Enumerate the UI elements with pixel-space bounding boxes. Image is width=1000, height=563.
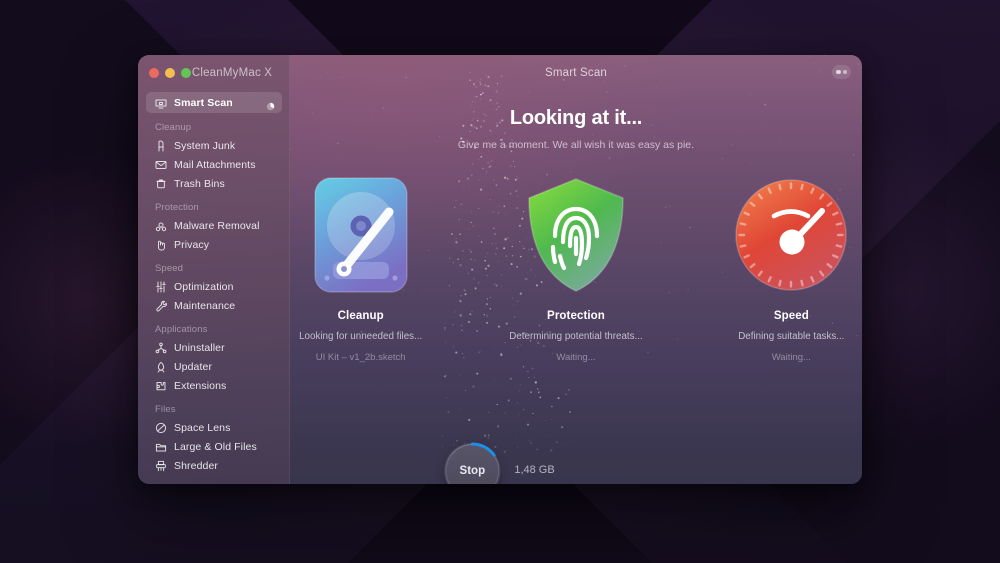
sidebar-item-label: Smart Scan [174,97,233,109]
traffic-lights[interactable] [149,68,191,78]
card-title: Speed [721,310,862,322]
mail-icon [153,158,169,172]
sidebar-item-label: Mail Attachments [174,159,256,171]
sidebar-item-extensions[interactable]: Extensions [146,376,282,395]
card-detail: Waiting... [505,352,646,363]
main-topbar: Smart Scan [290,55,862,91]
main-content: Smart Scan Looking at it... Give me a mo… [290,55,862,484]
dot-icon [836,70,841,75]
sidebar-item-shredder[interactable]: Shredder [146,456,282,475]
scan-card-protection[interactable]: Protection Determining potential threats… [505,175,646,363]
puzzle-icon [153,379,169,393]
biohazard-icon [153,219,169,233]
sidebar-item-privacy[interactable]: Privacy [146,235,282,254]
desktop-background: CleanMyMac X Smart ScanCleanupSystem Jun… [0,0,1000,563]
wrench-icon [153,299,169,313]
sidebar-group-label: Speed [146,254,282,277]
headline-block: Looking at it... Give me a moment. We al… [290,107,862,151]
sidebar-group-label: Files [146,395,282,418]
scan-card-cleanup[interactable]: Cleanup Looking for unneeded files... UI… [290,175,431,363]
rocket-icon [153,360,169,374]
sidebar: CleanMyMac X Smart ScanCleanupSystem Jun… [138,55,290,484]
stop-button[interactable]: Stop [445,444,499,484]
scan-card-speed[interactable]: Speed Defining suitable tasks... Waiting… [721,175,862,363]
sidebar-group-label: Protection [146,193,282,216]
lens-icon [153,421,169,435]
scan-progress-ring [442,441,502,484]
page-subtitle: Give me a moment. We all wish it was eas… [290,139,862,151]
dot-icon [843,70,847,74]
hard-drive-icon [290,175,431,295]
sidebar-item-label: Extensions [174,380,226,392]
sidebar-item-label: System Junk [174,140,235,152]
sidebar-item-smart-scan[interactable]: Smart Scan [146,92,282,113]
card-detail: UI Kit – v1_2b.sketch [290,352,431,363]
sidebar-group-label: Cleanup [146,113,282,136]
sidebar-item-label: Malware Removal [174,220,260,232]
sidebar-item-optimization[interactable]: Optimization [146,277,282,296]
sliders-icon [153,280,169,294]
sidebar-item-system-junk[interactable]: System Junk [146,136,282,155]
shredder-icon [153,459,169,473]
scanned-size: 1,48 GB [514,464,554,476]
footer-bar [290,418,862,484]
folder-icon [153,440,169,454]
hand-icon [153,238,169,252]
sidebar-item-uninstaller[interactable]: Uninstaller [146,338,282,357]
sidebar-item-label: Privacy [174,239,209,251]
scan-cards: Cleanup Looking for unneeded files... UI… [290,175,862,363]
speedometer-icon [721,175,862,295]
stop-button-label: Stop [460,465,486,477]
trash-icon [153,177,169,191]
sidebar-item-space-lens[interactable]: Space Lens [146,418,282,437]
card-title: Cleanup [290,310,431,322]
app-window: CleanMyMac X Smart ScanCleanupSystem Jun… [138,55,862,484]
sidebar-item-label: Updater [174,361,212,373]
zoom-button[interactable] [181,68,191,78]
network-icon [153,341,169,355]
progress-pie-icon [266,98,275,107]
card-title: Protection [505,310,646,322]
scan-controls: Stop 1,48 GB [445,444,554,484]
sidebar-item-label: Large & Old Files [174,441,257,453]
sidebar-item-label: Trash Bins [174,178,225,190]
broom-icon [153,139,169,153]
sidebar-item-label: Shredder [174,460,218,472]
card-status: Determining potential threats... [505,331,646,342]
shield-fingerprint-icon [505,175,646,295]
sidebar-item-label: Optimization [174,281,234,293]
smart-scan-icon [153,96,169,110]
sidebar-item-label: Uninstaller [174,342,225,354]
card-status: Defining suitable tasks... [721,331,862,342]
card-status: Looking for unneeded files... [290,331,431,342]
sidebar-item-label: Space Lens [174,422,230,434]
sidebar-nav: Smart Scan Cleanup System Junk Mail Attachm… [138,92,290,475]
topbar-title: Smart Scan [545,67,607,79]
sidebar-item-updater[interactable]: Updater [146,357,282,376]
sidebar-item-malware-removal[interactable]: Malware Removal [146,216,282,235]
more-options-button[interactable] [832,65,851,79]
card-detail: Waiting... [721,352,862,363]
sidebar-item-trash-bins[interactable]: Trash Bins [146,174,282,193]
sidebar-group-label: Applications [146,315,282,338]
sidebar-item-large-old-files[interactable]: Large & Old Files [146,437,282,456]
minimize-button[interactable] [165,68,175,78]
sidebar-item-label: Maintenance [174,300,235,312]
sidebar-item-mail-attachments[interactable]: Mail Attachments [146,155,282,174]
page-title: Looking at it... [290,107,862,130]
close-button[interactable] [149,68,159,78]
sidebar-item-maintenance[interactable]: Maintenance [146,296,282,315]
